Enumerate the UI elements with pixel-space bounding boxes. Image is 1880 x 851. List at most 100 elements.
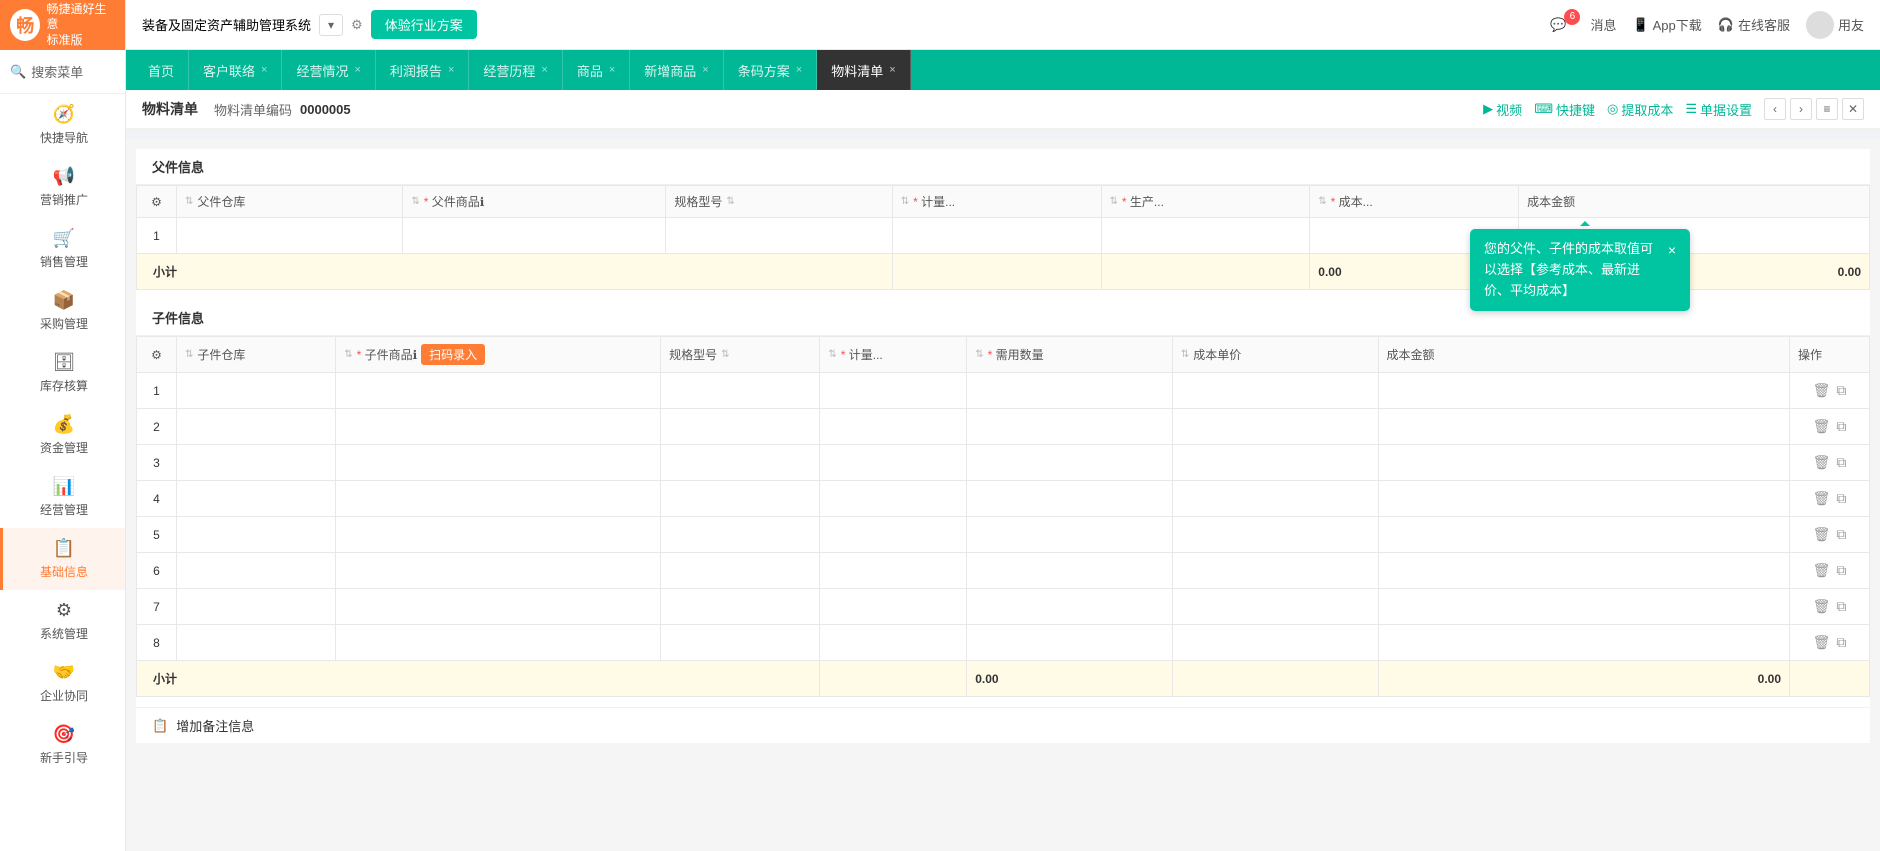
sidebar-item-purchase[interactable]: 📦采购管理 [0, 280, 125, 342]
child-warehouse-4[interactable] [177, 481, 336, 517]
child-unit-cost-4[interactable] [1172, 481, 1378, 517]
child-unit-cost-5[interactable] [1172, 517, 1378, 553]
copy-icon-5[interactable]: ⧉ [1836, 526, 1846, 543]
next-page-btn[interactable]: › [1790, 98, 1812, 120]
child-spec-2[interactable] [661, 409, 820, 445]
child-goods-5[interactable] [336, 517, 661, 553]
child-goods-3[interactable] [336, 445, 661, 481]
child-required-qty-8[interactable] [967, 625, 1173, 661]
tab-barcode[interactable]: 条码方案× [724, 50, 817, 90]
child-qty-1[interactable] [820, 373, 967, 409]
dropdown-btn[interactable]: ▾ [319, 14, 343, 36]
sidebar-item-basic_info[interactable]: 📋基础信息 [0, 528, 125, 590]
child-required-qty-4[interactable] [967, 481, 1173, 517]
child-qty-8[interactable] [820, 625, 967, 661]
tab-close-operations[interactable]: × [354, 64, 360, 76]
child-unit-cost-7[interactable] [1172, 589, 1378, 625]
bottom-tab[interactable]: 📋 增加备注信息 [136, 707, 1870, 743]
sidebar-item-inventory[interactable]: 🗄库存核算 [0, 342, 125, 404]
child-unit-cost-3[interactable] [1172, 445, 1378, 481]
child-unit-cost-2[interactable] [1172, 409, 1378, 445]
child-qty-7[interactable] [820, 589, 967, 625]
scan-btn[interactable]: 扫码录入 [421, 344, 485, 365]
child-qty-2[interactable] [820, 409, 967, 445]
copy-icon-6[interactable]: ⧉ [1836, 562, 1846, 579]
sidebar-item-sales[interactable]: 🛒销售管理 [0, 218, 125, 280]
child-goods-6[interactable] [336, 553, 661, 589]
child-cost-amount-2[interactable] [1378, 409, 1789, 445]
child-required-qty-5[interactable] [967, 517, 1173, 553]
sidebar-item-marketing[interactable]: 📢营销推广 [0, 156, 125, 218]
tab-goods[interactable]: 商品× [563, 50, 630, 90]
extract-cost-btn[interactable]: ◎ 提取成本 [1607, 100, 1673, 119]
delete-icon-4[interactable]: 🗑 [1813, 490, 1831, 507]
copy-icon-1[interactable]: ⧉ [1836, 382, 1846, 399]
child-required-qty-7[interactable] [967, 589, 1173, 625]
child-cost-amount-3[interactable] [1378, 445, 1789, 481]
tab-operations[interactable]: 经营情况× [282, 50, 375, 90]
child-spec-6[interactable] [661, 553, 820, 589]
parent-production-1[interactable] [1101, 218, 1310, 254]
child-qty-6[interactable] [820, 553, 967, 589]
trial-button[interactable]: 体验行业方案 [371, 10, 477, 39]
single-setting-btn[interactable]: ☰ 单据设置 [1685, 100, 1752, 119]
child-cost-amount-8[interactable] [1378, 625, 1789, 661]
search-menu-button[interactable]: 🔍 搜索菜单 [10, 58, 115, 85]
tab-close-new_goods[interactable]: × [702, 64, 708, 76]
parent-goods-1[interactable] [403, 218, 666, 254]
child-spec-7[interactable] [661, 589, 820, 625]
child-qty-4[interactable] [820, 481, 967, 517]
view-btn[interactable]: ▶ 视频 [1483, 100, 1522, 119]
child-warehouse-3[interactable] [177, 445, 336, 481]
child-goods-2[interactable] [336, 409, 661, 445]
child-cost-amount-7[interactable] [1378, 589, 1789, 625]
child-col-setting[interactable]: ⚙ [137, 337, 177, 373]
tab-close-profit[interactable]: × [448, 64, 454, 76]
delete-icon-1[interactable]: 🗑 [1813, 382, 1831, 399]
child-cost-amount-4[interactable] [1378, 481, 1789, 517]
tab-close-customer[interactable]: × [261, 64, 267, 76]
close-page-btn[interactable]: ✕ [1842, 98, 1864, 120]
tab-home[interactable]: 首页 [134, 50, 189, 90]
sidebar-item-finance[interactable]: 💰资金管理 [0, 404, 125, 466]
sidebar-item-quick_nav[interactable]: 🧭快捷导航 [0, 94, 125, 156]
tab-close-goods[interactable]: × [609, 64, 615, 76]
child-spec-8[interactable] [661, 625, 820, 661]
child-spec-5[interactable] [661, 517, 820, 553]
child-required-qty-2[interactable] [967, 409, 1173, 445]
child-goods-7[interactable] [336, 589, 661, 625]
delete-icon-5[interactable]: 🗑 [1813, 526, 1831, 543]
child-warehouse-1[interactable] [177, 373, 336, 409]
parent-col-setting[interactable]: ⚙ [137, 186, 177, 218]
child-cost-amount-6[interactable] [1378, 553, 1789, 589]
child-warehouse-5[interactable] [177, 517, 336, 553]
settings-icon[interactable]: ⚙ [351, 17, 363, 33]
child-qty-5[interactable] [820, 517, 967, 553]
online-service-btn[interactable]: 🎧 在线客服 [1718, 15, 1790, 34]
child-goods-4[interactable] [336, 481, 661, 517]
child-spec-4[interactable] [661, 481, 820, 517]
child-warehouse-6[interactable] [177, 553, 336, 589]
tooltip-close-btn[interactable]: × [1668, 239, 1676, 261]
parent-warehouse-1[interactable] [177, 218, 403, 254]
child-unit-cost-1[interactable] [1172, 373, 1378, 409]
tab-profit[interactable]: 利润报告× [376, 50, 469, 90]
app-download-btn[interactable]: 📱 App下载 [1632, 15, 1701, 34]
tab-close-history[interactable]: × [541, 64, 547, 76]
child-required-qty-1[interactable] [967, 373, 1173, 409]
child-warehouse-7[interactable] [177, 589, 336, 625]
child-goods-1[interactable] [336, 373, 661, 409]
message-btn[interactable]: 💬 6 消息 [1550, 15, 1616, 34]
delete-icon-7[interactable]: 🗑 [1813, 598, 1831, 615]
copy-icon-2[interactable]: ⧉ [1836, 418, 1846, 435]
child-required-qty-6[interactable] [967, 553, 1173, 589]
child-goods-8[interactable] [336, 625, 661, 661]
child-required-qty-3[interactable] [967, 445, 1173, 481]
parent-spec-1[interactable] [666, 218, 892, 254]
child-spec-1[interactable] [661, 373, 820, 409]
sidebar-item-operations_mgmt[interactable]: 📊经营管理 [0, 466, 125, 528]
sidebar-item-system[interactable]: ⚙系统管理 [0, 590, 125, 652]
copy-icon-7[interactable]: ⧉ [1836, 598, 1846, 615]
sidebar-item-guide[interactable]: 🎯新手引导 [0, 714, 125, 776]
delete-icon-8[interactable]: 🗑 [1813, 634, 1831, 651]
